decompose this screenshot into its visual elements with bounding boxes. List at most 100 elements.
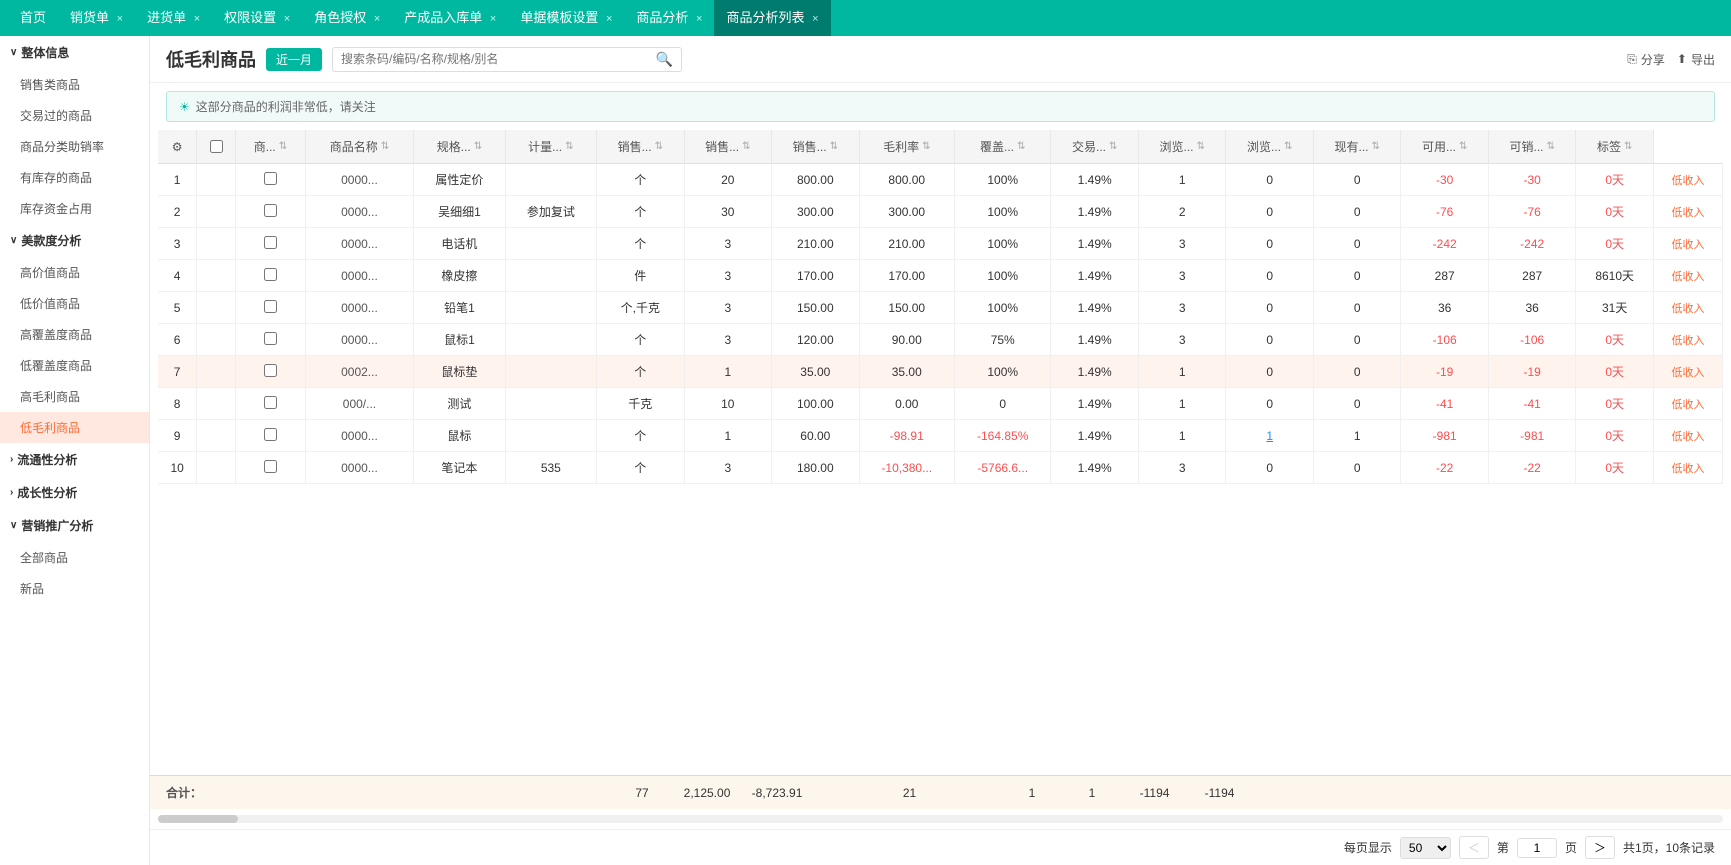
row-checkbox-1[interactable] — [264, 204, 277, 217]
sidebar-item-sales-goods[interactable]: 销售类商品 — [0, 69, 149, 100]
nav-purchase[interactable]: 进货单 × — [135, 0, 212, 36]
nav-template-close[interactable]: × — [606, 13, 612, 25]
td-checkbox[interactable] — [236, 420, 306, 452]
nav-analysis-list-close[interactable]: × — [812, 13, 818, 25]
th-code[interactable]: 商... ⇅ — [236, 130, 306, 164]
th-stock[interactable]: 现有... ⇅ — [1313, 130, 1401, 164]
sidebar-item-in-stock[interactable]: 有库存的商品 — [0, 162, 149, 193]
nav-permissions-close[interactable]: × — [284, 13, 290, 25]
td-coverage: 1.49% — [1051, 324, 1139, 356]
select-all-checkbox[interactable] — [210, 140, 223, 153]
content-area: 低毛利商品 近一月 🔍 ⎘ 分享 ⬆ 导出 ☀ 这部分商品的利润非常低，请关注 — [150, 36, 1731, 865]
sidebar-group-beauty[interactable]: ∨ 美款度分析 — [0, 224, 149, 257]
td-code: 0002... — [305, 356, 413, 388]
th-qty[interactable]: 销售... ⇅ — [597, 130, 685, 164]
nav-sales[interactable]: 销货单 × — [58, 0, 135, 36]
row-checkbox-8[interactable] — [264, 428, 277, 441]
sidebar-group-overall-arrow: ∨ — [10, 47, 17, 58]
td-sale-amt: 100.00 — [772, 388, 860, 420]
nav-analysis-close[interactable]: × — [696, 13, 702, 25]
th-settings[interactable]: ⚙ — [158, 130, 197, 164]
search-icon[interactable]: 🔍 — [656, 51, 673, 68]
nav-sales-close[interactable]: × — [117, 13, 123, 25]
nav-analysis-list[interactable]: 商品分析列表 × — [714, 0, 830, 36]
sidebar-item-new-goods[interactable]: 新品 — [0, 573, 149, 604]
th-saleable[interactable]: 可销... ⇅ — [1488, 130, 1576, 164]
nav-products[interactable]: 产成品入库单 × — [392, 0, 508, 36]
td-settings — [197, 324, 236, 356]
td-checkbox[interactable] — [236, 228, 306, 260]
td-checkbox[interactable] — [236, 260, 306, 292]
sidebar-group-flow[interactable]: › 流通性分析 — [0, 443, 149, 476]
th-available[interactable]: 可用... ⇅ — [1401, 130, 1489, 164]
sidebar-item-all-goods[interactable]: 全部商品 — [0, 542, 149, 573]
nav-home[interactable]: 首页 — [8, 0, 58, 36]
nav-purchase-close[interactable]: × — [194, 13, 200, 25]
sort-icon-gross-pct: ⇅ — [922, 141, 930, 152]
sidebar-item-high-coverage[interactable]: 高覆盖度商品 — [0, 319, 149, 350]
row-checkbox-5[interactable] — [264, 332, 277, 345]
td-checkbox[interactable] — [236, 324, 306, 356]
row-checkbox-2[interactable] — [264, 236, 277, 249]
table-wrapper[interactable]: ⚙ 商... ⇅ 商品名称 ⇅ 规格... ⇅ 计量... ⇅ 销售... ⇅ … — [150, 130, 1731, 775]
th-trade[interactable]: 交易... ⇅ — [1051, 130, 1139, 164]
sidebar-item-category-rate[interactable]: 商品分类助销率 — [0, 131, 149, 162]
next-page-button[interactable]: ＞ — [1585, 836, 1615, 859]
td-checkbox[interactable] — [236, 164, 306, 196]
row-checkbox-0[interactable] — [264, 172, 277, 185]
footer-values: 77 2,125.00 -8,723.91 21 1 1 -1194 -1194 — [222, 786, 1715, 800]
header-actions: ⎘ 分享 ⬆ 导出 — [1627, 51, 1715, 68]
sidebar-item-low-coverage[interactable]: 低覆盖度商品 — [0, 350, 149, 381]
td-checkbox[interactable] — [236, 388, 306, 420]
sidebar-group-growth[interactable]: › 成长性分析 — [0, 476, 149, 509]
sidebar-item-high-value[interactable]: 高价值商品 — [0, 257, 149, 288]
td-checkbox[interactable] — [236, 292, 306, 324]
td-browse1[interactable]: 1 — [1226, 420, 1314, 452]
th-coverage[interactable]: 覆盖... ⇅ — [954, 130, 1050, 164]
table-row: 5 0000... 铅笔1 个,千克 3 150.00 150.00 100% … — [158, 292, 1723, 324]
sidebar-group-marketing[interactable]: ∨ 营销推广分析 — [0, 509, 149, 542]
th-tag[interactable]: 标签 ⇅ — [1576, 130, 1653, 164]
th-browse1[interactable]: 浏览... ⇅ — [1138, 130, 1226, 164]
prev-page-button[interactable]: ＜ — [1459, 836, 1489, 859]
row-checkbox-9[interactable] — [264, 460, 277, 473]
td-checkbox[interactable] — [236, 356, 306, 388]
th-spec[interactable]: 规格... ⇅ — [414, 130, 505, 164]
table-header-row: ⚙ 商... ⇅ 商品名称 ⇅ 规格... ⇅ 计量... ⇅ 销售... ⇅ … — [158, 130, 1723, 164]
nav-roles[interactable]: 角色授权 × — [302, 0, 392, 36]
td-browse2: 0 — [1313, 324, 1401, 356]
nav-analysis[interactable]: 商品分析 × — [624, 0, 714, 36]
nav-products-close[interactable]: × — [490, 13, 496, 25]
row-checkbox-6[interactable] — [264, 364, 277, 377]
td-checkbox[interactable] — [236, 452, 306, 484]
row-checkbox-4[interactable] — [264, 300, 277, 313]
th-sale-cost[interactable]: 销售... ⇅ — [772, 130, 860, 164]
sidebar-item-low-margin[interactable]: 低毛利商品 — [0, 412, 149, 443]
share-button[interactable]: ⎘ 分享 — [1627, 51, 1665, 68]
time-filter-button[interactable]: 近一月 — [266, 48, 322, 71]
row-checkbox-3[interactable] — [264, 268, 277, 281]
per-page-select[interactable]: 50 20 100 — [1400, 837, 1451, 859]
export-button[interactable]: ⬆ 导出 — [1677, 51, 1715, 68]
page-number-input[interactable] — [1517, 838, 1557, 858]
nav-permissions[interactable]: 权限设置 × — [212, 0, 302, 36]
sidebar-item-capital[interactable]: 库存资金占用 — [0, 193, 149, 224]
td-checkbox[interactable] — [236, 196, 306, 228]
th-checkbox[interactable] — [197, 130, 236, 164]
th-gross-pct[interactable]: 毛利率 ⇅ — [859, 130, 954, 164]
sidebar-item-traded-goods[interactable]: 交易过的商品 — [0, 100, 149, 131]
nav-template[interactable]: 单据模板设置 × — [508, 0, 624, 36]
table-row: 7 0002... 鼠标垫 个 1 35.00 35.00 100% 1.49%… — [158, 356, 1723, 388]
td-browse1: 0 — [1226, 388, 1314, 420]
search-input[interactable] — [341, 52, 656, 66]
th-unit[interactable]: 计量... ⇅ — [505, 130, 596, 164]
nav-roles-close[interactable]: × — [374, 13, 380, 25]
row-checkbox-7[interactable] — [264, 396, 277, 409]
th-browse2[interactable]: 浏览... ⇅ — [1226, 130, 1314, 164]
th-sale-amt[interactable]: 销售... ⇅ — [684, 130, 772, 164]
th-name[interactable]: 商品名称 ⇅ — [305, 130, 413, 164]
sidebar-group-overall[interactable]: ∨ 整体信息 — [0, 36, 149, 69]
sidebar-item-low-value[interactable]: 低价值商品 — [0, 288, 149, 319]
sidebar-item-high-margin[interactable]: 高毛利商品 — [0, 381, 149, 412]
horizontal-scrollbar[interactable] — [158, 815, 1723, 823]
